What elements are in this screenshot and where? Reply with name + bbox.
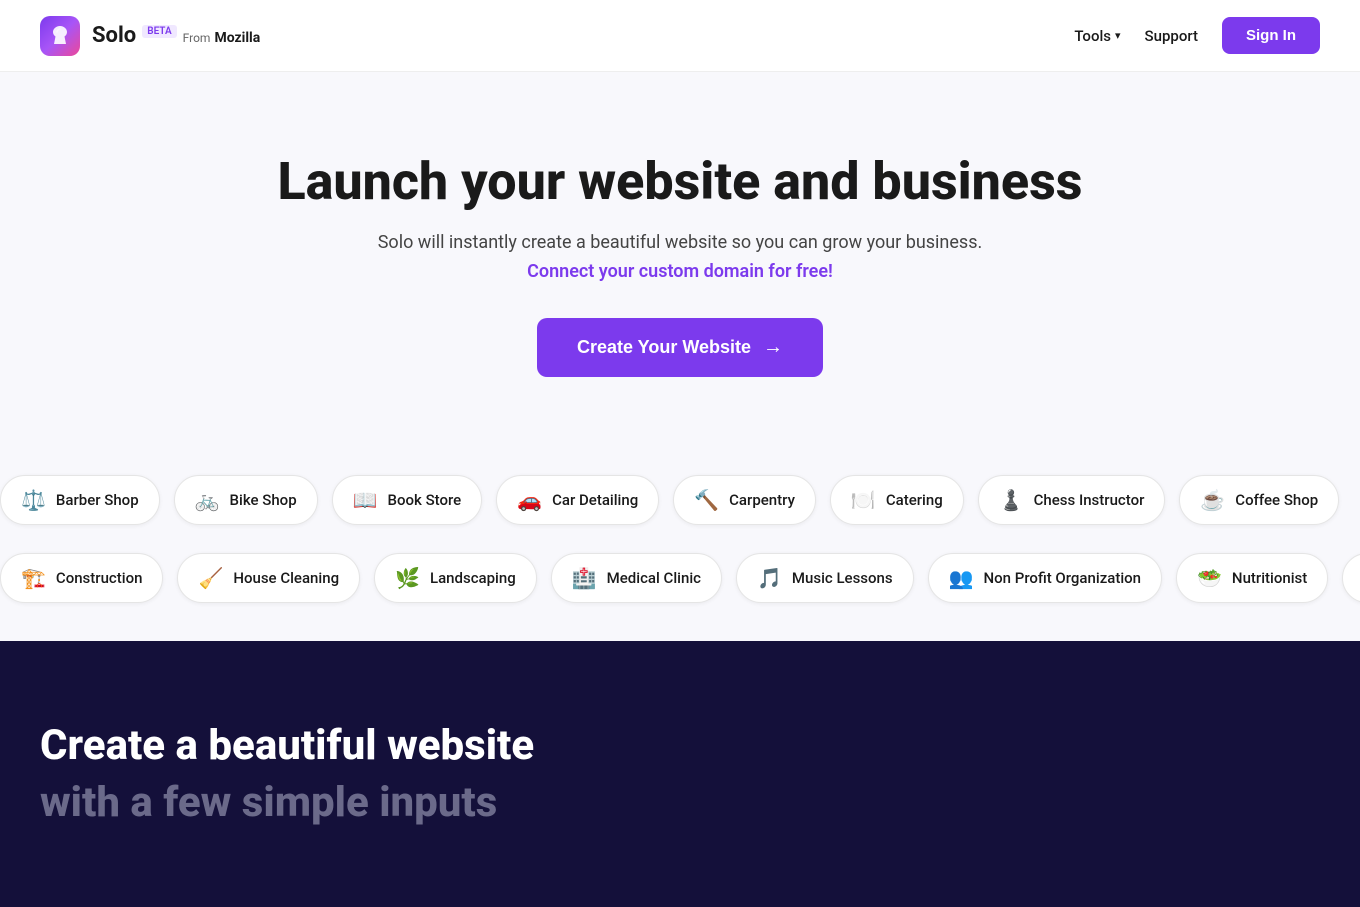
category-pill-nutritionist[interactable]: 🥗 Nutritionist (1176, 553, 1328, 603)
nav-right: Tools ▾ Support Sign In (1074, 17, 1320, 54)
tools-menu[interactable]: Tools ▾ (1074, 27, 1120, 45)
carpentry-icon: 🔨 (694, 488, 719, 512)
car-detailing-icon: 🚗 (517, 488, 542, 512)
chevron-down-icon: ▾ (1115, 29, 1121, 42)
landscaping-icon: 🌿 (395, 566, 420, 590)
dark-section: Create a beautiful website with a few si… (0, 641, 1360, 907)
non-profit-icon: 👥 (949, 566, 974, 590)
signin-button[interactable]: Sign In (1222, 17, 1320, 54)
bike-shop-icon: 🚲 (195, 488, 220, 512)
barber-shop-icon: ⚖️ (21, 488, 46, 512)
music-lessons-label: Music Lessons (792, 569, 893, 587)
category-pill-barber-shop[interactable]: ⚖️ Barber Shop (0, 475, 160, 525)
categories-row-2: 🏗️ Construction 🧹 House Cleaning 🌿 Lands… (0, 545, 1360, 611)
categories-section: ⚖️ Barber Shop 🚲 Bike Shop 📖 Book Store … (0, 437, 1360, 641)
book-store-icon: 📖 (353, 488, 378, 512)
category-pill-carpentry[interactable]: 🔨 Carpentry (673, 475, 816, 525)
category-pill-chess-instructor[interactable]: ♟️ Chess Instructor (978, 475, 1166, 525)
logo-area: Solo BETA From Mozilla (40, 16, 260, 56)
navbar: Solo BETA From Mozilla Tools ▾ Support S… (0, 0, 1360, 72)
category-pill-pest-control[interactable]: 🐛 Pest Control (1342, 553, 1360, 603)
hero-section: Launch your website and business Solo wi… (0, 72, 1360, 437)
mozilla-label: Mozilla (214, 30, 260, 46)
category-pill-medical-clinic[interactable]: 🏥 Medical Clinic (551, 553, 722, 603)
medical-clinic-icon: 🏥 (572, 566, 597, 590)
category-pill-book-store[interactable]: 📖 Book Store (332, 475, 483, 525)
construction-icon: 🏗️ (21, 566, 46, 590)
hero-subtitle: Solo will instantly create a beautiful w… (378, 232, 983, 253)
dark-title: Create a beautiful website (40, 721, 1320, 770)
catering-label: Catering (886, 491, 943, 509)
beta-badge: BETA (142, 25, 176, 38)
medical-clinic-label: Medical Clinic (607, 569, 701, 587)
construction-label: Construction (56, 569, 143, 587)
category-pill-car-detailing[interactable]: 🚗 Car Detailing (496, 475, 659, 525)
logo-name: Solo (92, 25, 136, 47)
book-store-label: Book Store (388, 491, 462, 509)
category-pill-landscaping[interactable]: 🌿 Landscaping (374, 553, 537, 603)
category-pill-bike-shop[interactable]: 🚲 Bike Shop (174, 475, 318, 525)
hero-title: Launch your website and business (277, 152, 1082, 212)
category-pill-coffee-shop[interactable]: ☕ Coffee Shop (1179, 475, 1339, 525)
coffee-shop-label: Coffee Shop (1235, 491, 1318, 509)
category-pill-house-cleaning[interactable]: 🧹 House Cleaning (177, 553, 360, 603)
non-profit-label: Non Profit Organization (984, 569, 1142, 587)
support-link[interactable]: Support (1145, 27, 1198, 45)
logo-from: From Mozilla (183, 30, 261, 46)
nutritionist-icon: 🥗 (1197, 566, 1222, 590)
chess-instructor-label: Chess Instructor (1034, 491, 1145, 509)
house-cleaning-icon: 🧹 (198, 566, 223, 590)
category-pill-construction[interactable]: 🏗️ Construction (0, 553, 163, 603)
bike-shop-label: Bike Shop (230, 491, 297, 509)
carpentry-label: Carpentry (729, 491, 795, 509)
arrow-right-icon: → (763, 336, 783, 359)
catering-icon: 🍽️ (851, 488, 876, 512)
music-lessons-icon: 🎵 (757, 566, 782, 590)
dark-subtitle: with a few simple inputs (40, 778, 1320, 827)
category-pill-music-lessons[interactable]: 🎵 Music Lessons (736, 553, 914, 603)
coffee-shop-icon: ☕ (1200, 488, 1225, 512)
hero-domain-link[interactable]: Connect your custom domain for free! (527, 261, 833, 282)
category-pill-catering[interactable]: 🍽️ Catering (830, 475, 964, 525)
car-detailing-label: Car Detailing (552, 491, 638, 509)
nutritionist-label: Nutritionist (1232, 569, 1307, 587)
chess-instructor-icon: ♟️ (999, 488, 1024, 512)
logo-icon (40, 16, 80, 56)
landscaping-label: Landscaping (430, 569, 516, 587)
create-website-button[interactable]: Create Your Website → (537, 318, 823, 377)
category-pill-non-profit[interactable]: 👥 Non Profit Organization (928, 553, 1162, 603)
barber-shop-label: Barber Shop (56, 491, 139, 509)
categories-row-1: ⚖️ Barber Shop 🚲 Bike Shop 📖 Book Store … (0, 467, 1360, 533)
house-cleaning-label: House Cleaning (233, 569, 339, 587)
